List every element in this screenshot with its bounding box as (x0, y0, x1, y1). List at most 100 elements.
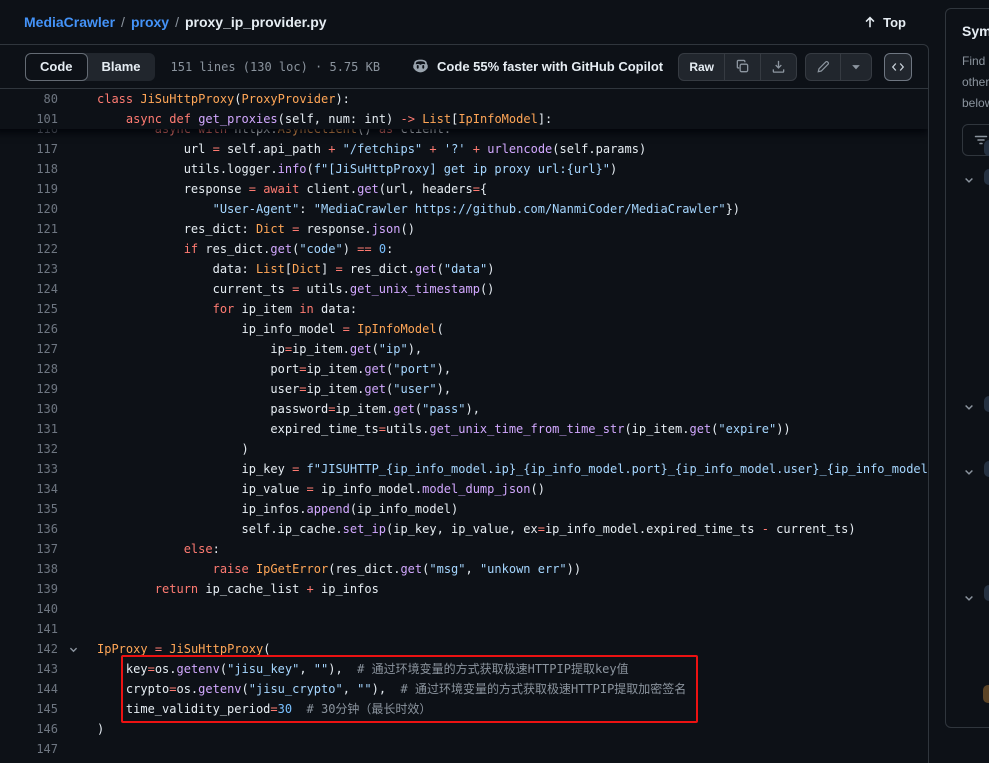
breadcrumb-repo-link[interactable]: MediaCrawler (24, 14, 115, 30)
line-number[interactable]: 127 (0, 342, 58, 356)
line-number[interactable]: 138 (0, 562, 58, 576)
code-line: 117 url = self.api_path + "/fetchips" + … (0, 139, 928, 159)
edit-dropdown-button[interactable] (841, 54, 871, 80)
code-area: 116 async with httpx.AsyncClient() as cl… (0, 89, 928, 763)
code-line: 80class JiSuHttpProxy(ProxyProvider): (0, 89, 928, 109)
copilot-banner[interactable]: Code 55% faster with GitHub Copilot (412, 58, 663, 75)
code-text: ip_infos.append(ip_info_model) (97, 499, 458, 519)
line-number[interactable]: 117 (0, 142, 58, 156)
breadcrumb-filename: proxy_ip_provider.py (185, 14, 327, 30)
code-text: IpProxy = JiSuHttpProxy( (97, 639, 270, 659)
line-number[interactable]: 124 (0, 282, 58, 296)
copilot-banner-text: Code 55% faster with GitHub Copilot (437, 59, 663, 74)
code-line: 125 for ip_item in data: (0, 299, 928, 319)
collapse-chevron-icon (68, 644, 79, 655)
symbol-expand-chevron-icon[interactable] (963, 591, 975, 609)
edit-button[interactable] (806, 54, 841, 80)
code-line: 119 response = await client.get(url, hea… (0, 179, 928, 199)
code-text: url = self.api_path + "/fetchips" + '?' … (97, 139, 646, 159)
line-number[interactable]: 128 (0, 362, 58, 376)
code-text: raise IpGetError(res_dict.get("msg", "un… (97, 559, 581, 579)
copy-button[interactable] (725, 54, 761, 80)
code-text: for ip_item in data: (97, 299, 357, 319)
line-number[interactable]: 136 (0, 522, 58, 536)
symbols-panel-title: Symbols (962, 23, 989, 39)
code-line: 101 async def get_proxies(self, num: int… (0, 109, 928, 129)
line-number[interactable]: 122 (0, 242, 58, 256)
line-number[interactable]: 146 (0, 722, 58, 736)
symbol-chip[interactable] (984, 169, 989, 185)
download-button[interactable] (761, 54, 796, 80)
line-number[interactable]: 130 (0, 402, 58, 416)
line-number[interactable]: 132 (0, 442, 58, 456)
tab-code[interactable]: Code (25, 53, 88, 81)
line-number[interactable]: 143 (0, 662, 58, 676)
code-line: 135 ip_infos.append(ip_info_model) (0, 499, 928, 519)
line-number[interactable]: 141 (0, 622, 58, 636)
code-lines: 116 async with httpx.AsyncClient() as cl… (0, 119, 928, 759)
symbol-chip[interactable] (984, 461, 989, 477)
line-number[interactable]: 121 (0, 222, 58, 236)
code-line: 145 time_validity_period=30 # 30分钟（最长时效） (0, 699, 928, 719)
line-number[interactable]: 133 (0, 462, 58, 476)
line-number[interactable]: 118 (0, 162, 58, 176)
line-number[interactable]: 140 (0, 602, 58, 616)
line-number[interactable]: 101 (0, 112, 58, 126)
line-number[interactable]: 147 (0, 742, 58, 756)
line-number[interactable]: 120 (0, 202, 58, 216)
chevron-down-icon (851, 62, 861, 72)
code-line: 127 ip=ip_item.get("ip"), (0, 339, 928, 359)
code-line: 147 (0, 739, 928, 759)
fold-toggle[interactable] (58, 644, 97, 655)
code-line: 136 self.ip_cache.set_ip(ip_key, ip_valu… (0, 519, 928, 539)
line-number[interactable]: 125 (0, 302, 58, 316)
line-number[interactable]: 126 (0, 322, 58, 336)
code-line: 122 if res_dict.get("code") == 0: (0, 239, 928, 259)
code-text: ip_value = ip_info_model.model_dump_json… (97, 479, 545, 499)
code-text: async def get_proxies(self, num: int) ->… (97, 109, 552, 129)
code-line: 120 "User-Agent": "MediaCrawler https://… (0, 199, 928, 219)
code-text: "User-Agent": "MediaCrawler https://gith… (97, 199, 740, 219)
tab-blame[interactable]: Blame (88, 53, 155, 81)
line-number[interactable]: 139 (0, 582, 58, 596)
line-number[interactable]: 145 (0, 702, 58, 716)
code-line: 123 data: List[Dict] = res_dict.get("dat… (0, 259, 928, 279)
symbols-panel-description: Find definitions and references for func… (962, 51, 989, 114)
symbol-chip[interactable] (984, 585, 989, 601)
line-number[interactable]: 119 (0, 182, 58, 196)
symbol-chip[interactable] (984, 396, 989, 412)
code-text: current_ts = utils.get_unix_timestamp() (97, 279, 494, 299)
line-number[interactable]: 129 (0, 382, 58, 396)
code-text: ip_info_model = IpInfoModel( (97, 319, 444, 339)
line-number[interactable]: 134 (0, 482, 58, 496)
code-line: 129 user=ip_item.get("user"), (0, 379, 928, 399)
code-line: 132 ) (0, 439, 928, 459)
code-text: return ip_cache_list + ip_infos (97, 579, 379, 599)
line-number[interactable]: 135 (0, 502, 58, 516)
symbol-expand-chevron-icon[interactable] (963, 400, 975, 418)
symbol-expand-chevron-icon[interactable] (963, 465, 975, 483)
line-number[interactable]: 80 (0, 92, 58, 106)
back-to-top-link[interactable]: Top (863, 15, 906, 30)
code-text: ip=ip_item.get("ip"), (97, 339, 422, 359)
line-number[interactable]: 123 (0, 262, 58, 276)
code-text: key=os.getenv("jisu_key", ""), # 通过环境变量的… (97, 659, 629, 679)
breadcrumb-folder-link[interactable]: proxy (131, 14, 169, 30)
line-number[interactable]: 131 (0, 422, 58, 436)
symbol-expand-chevron-icon[interactable] (963, 173, 975, 191)
code-line: 128 port=ip_item.get("port"), (0, 359, 928, 379)
line-number[interactable]: 142 (0, 642, 58, 656)
symbol-chip-highlighted[interactable] (983, 685, 989, 703)
copy-icon (735, 59, 750, 74)
line-number[interactable]: 137 (0, 542, 58, 556)
code-text: else: (97, 539, 220, 559)
code-line: 121 res_dict: Dict = response.json() (0, 219, 928, 239)
code-line: 126 ip_info_model = IpInfoModel( (0, 319, 928, 339)
symbols-pane-toggle-button[interactable] (884, 53, 912, 81)
symbol-chip[interactable] (984, 140, 989, 156)
line-number[interactable]: 144 (0, 682, 58, 696)
sticky-scope-header: 80class JiSuHttpProxy(ProxyProvider):101… (0, 89, 928, 129)
code-text: utils.logger.info(f"[JiSuHttpProxy] get … (97, 159, 617, 179)
code-line: 141 (0, 619, 928, 639)
raw-button[interactable]: Raw (679, 54, 725, 80)
